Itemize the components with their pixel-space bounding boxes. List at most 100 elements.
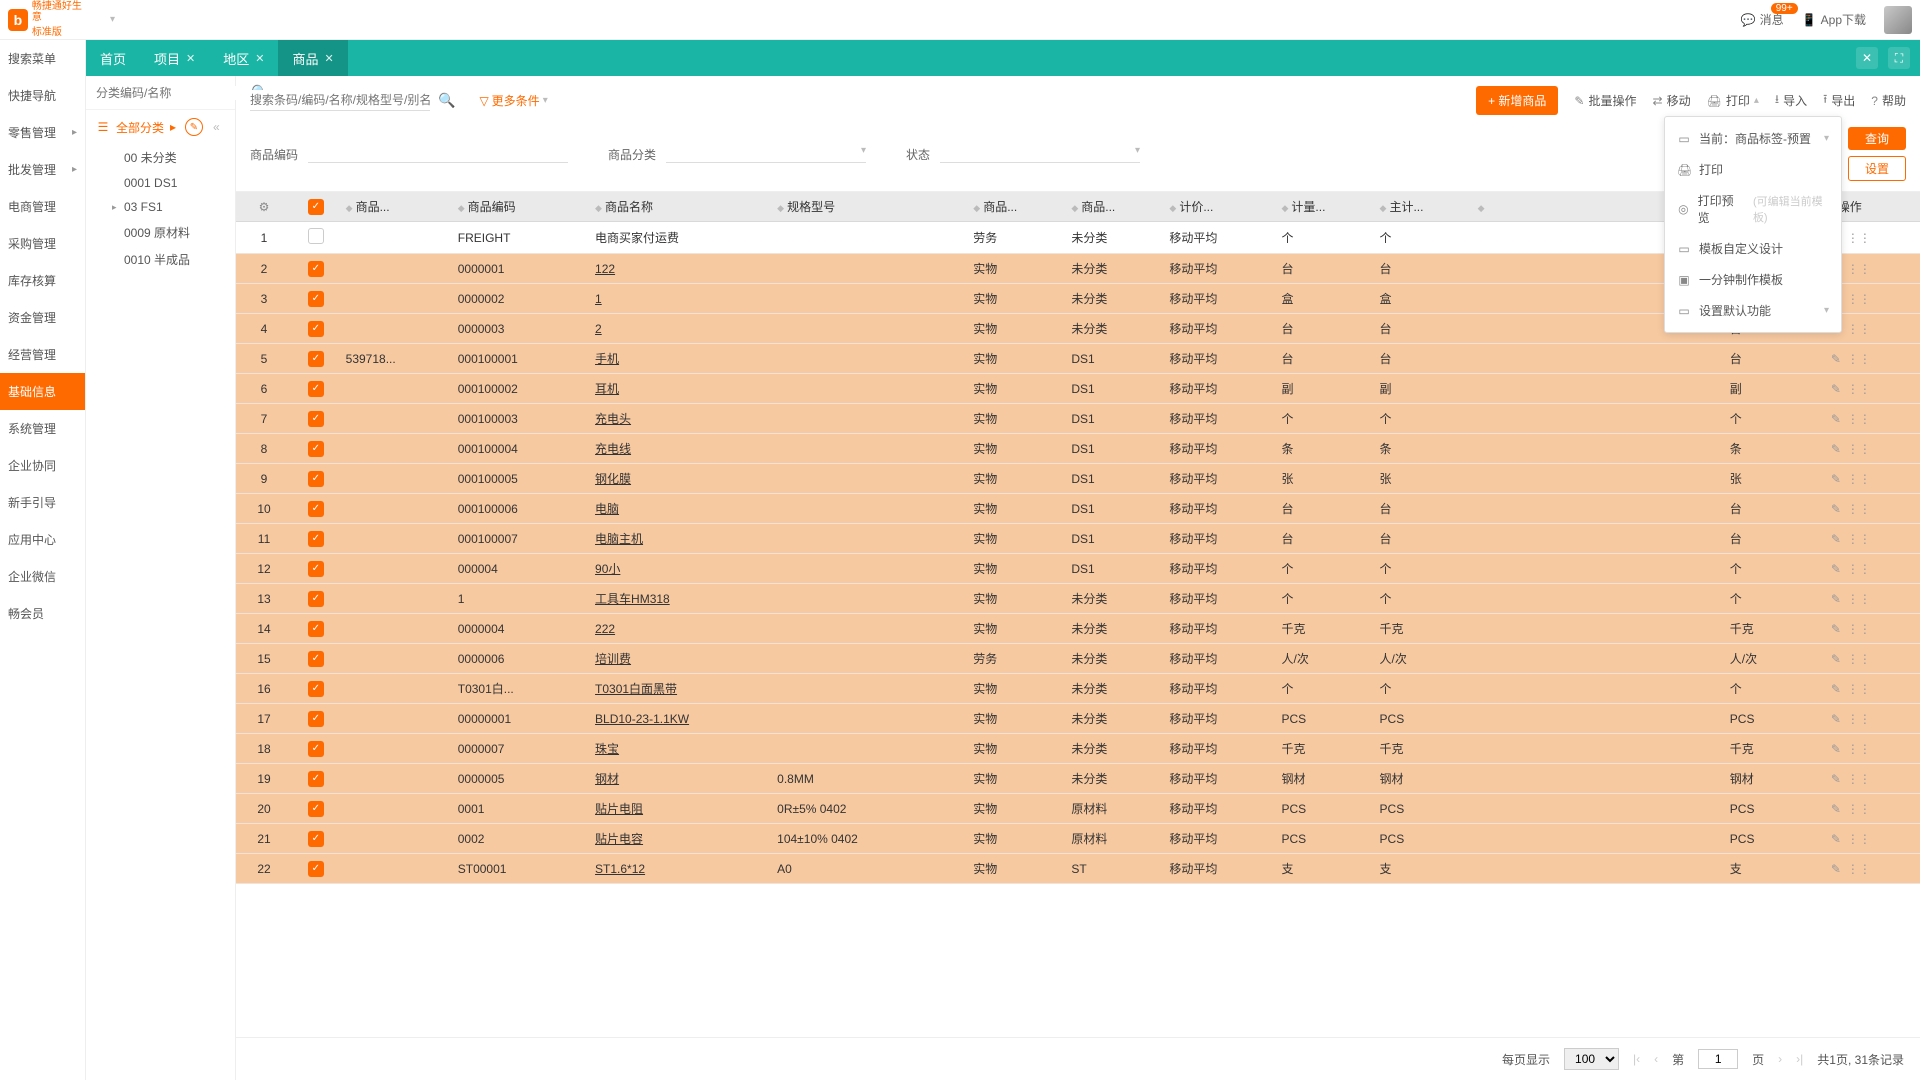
filter-category-select[interactable]: ▾ bbox=[666, 145, 866, 163]
edit-icon[interactable]: ✎ bbox=[1831, 562, 1841, 576]
sidebar-item[interactable]: 快捷导航 bbox=[0, 77, 85, 114]
more-icon[interactable]: ⋮⋮ bbox=[1847, 802, 1871, 816]
row-checkbox[interactable]: ✓ bbox=[308, 441, 324, 457]
close-icon[interactable]: ✕ bbox=[186, 52, 195, 65]
edit-icon[interactable]: ✎ bbox=[1831, 412, 1841, 426]
row-checkbox[interactable]: ✓ bbox=[308, 261, 324, 277]
pager-prev-button[interactable]: ‹ bbox=[1654, 1052, 1658, 1066]
company-selector[interactable]: ▾ bbox=[104, 14, 115, 25]
more-icon[interactable]: ⋮⋮ bbox=[1847, 322, 1871, 336]
product-name-link[interactable]: 电脑主机 bbox=[595, 532, 643, 546]
more-icon[interactable]: ⋮⋮ bbox=[1847, 712, 1871, 726]
batch-ops-link[interactable]: ✎批量操作 bbox=[1574, 92, 1636, 109]
product-name-link[interactable]: 充电头 bbox=[595, 412, 631, 426]
edit-icon[interactable]: ✎ bbox=[1831, 742, 1841, 756]
dd-set-default[interactable]: ▭设置默认功能▾ bbox=[1665, 295, 1841, 326]
product-name-link[interactable]: 电脑 bbox=[595, 502, 619, 516]
checkbox-all[interactable]: ✓ bbox=[308, 199, 324, 215]
more-icon[interactable]: ⋮⋮ bbox=[1847, 292, 1871, 306]
tree-node[interactable]: ▸03 FS1 bbox=[106, 195, 235, 219]
sidebar-item[interactable]: 企业协同 bbox=[0, 447, 85, 484]
column-header[interactable]: ◆商品... bbox=[967, 192, 1065, 222]
tab[interactable]: 项目✕ bbox=[140, 40, 209, 76]
close-icon[interactable]: ✕ bbox=[255, 52, 264, 65]
row-checkbox[interactable]: ✓ bbox=[308, 621, 324, 637]
row-checkbox[interactable]: ✓ bbox=[308, 741, 324, 757]
print-link[interactable]: 🖨打印▴ bbox=[1707, 92, 1759, 109]
more-icon[interactable]: ⋮⋮ bbox=[1847, 532, 1871, 546]
query-button[interactable]: 查询 bbox=[1848, 127, 1906, 150]
sidebar-item[interactable]: 畅会员 bbox=[0, 595, 85, 632]
product-name-link[interactable]: 1 bbox=[595, 292, 602, 306]
row-checkbox[interactable]: ✓ bbox=[308, 411, 324, 427]
per-page-select[interactable]: 100 bbox=[1564, 1048, 1619, 1070]
sidebar-item[interactable]: 系统管理 bbox=[0, 410, 85, 447]
sidebar-item[interactable]: 采购管理 bbox=[0, 225, 85, 262]
product-name-link[interactable]: T0301白面黑带 bbox=[595, 682, 677, 696]
row-checkbox[interactable]: ✓ bbox=[308, 591, 324, 607]
more-icon[interactable]: ⋮⋮ bbox=[1847, 352, 1871, 366]
column-header[interactable]: ◆主计... bbox=[1374, 192, 1472, 222]
edit-icon[interactable]: ✎ bbox=[1831, 592, 1841, 606]
page-input[interactable] bbox=[1698, 1049, 1738, 1069]
sidebar-item[interactable]: 企业微信 bbox=[0, 558, 85, 595]
edit-icon[interactable]: ✎ bbox=[1831, 682, 1841, 696]
sidebar-item[interactable]: 新手引导 bbox=[0, 484, 85, 521]
more-icon[interactable]: ⋮⋮ bbox=[1847, 412, 1871, 426]
product-name-link[interactable]: 充电线 bbox=[595, 442, 631, 456]
move-link[interactable]: ⇄移动 bbox=[1653, 92, 1691, 109]
row-checkbox[interactable]: ✓ bbox=[308, 711, 324, 727]
more-icon[interactable]: ⋮⋮ bbox=[1847, 231, 1871, 245]
row-checkbox[interactable]: ✓ bbox=[308, 861, 324, 877]
edit-icon[interactable]: ✎ bbox=[1831, 352, 1841, 366]
edit-icon[interactable]: ✎ bbox=[1831, 862, 1841, 876]
product-name-link[interactable]: ST1.6*12 bbox=[595, 862, 645, 876]
edit-icon[interactable]: ✎ bbox=[1831, 832, 1841, 846]
tree-edit-button[interactable]: ✎ bbox=[185, 118, 203, 136]
row-checkbox[interactable]: ✓ bbox=[308, 831, 324, 847]
sidebar-item[interactable]: 零售管理▸ bbox=[0, 114, 85, 151]
close-icon[interactable]: ✕ bbox=[325, 52, 334, 65]
edit-icon[interactable]: ✎ bbox=[1831, 502, 1841, 516]
pager-first-button[interactable]: |‹ bbox=[1633, 1052, 1640, 1066]
more-icon[interactable]: ⋮⋮ bbox=[1847, 472, 1871, 486]
row-checkbox[interactable]: ✓ bbox=[308, 471, 324, 487]
row-checkbox[interactable]: ✓ bbox=[308, 771, 324, 787]
app-download-link[interactable]: 📱 App下载 bbox=[1802, 11, 1866, 28]
tab[interactable]: 首页 bbox=[86, 40, 140, 76]
sidebar-item[interactable]: 批发管理▸ bbox=[0, 151, 85, 188]
more-icon[interactable]: ⋮⋮ bbox=[1847, 592, 1871, 606]
row-checkbox[interactable]: ✓ bbox=[308, 321, 324, 337]
more-conditions-link[interactable]: ▽ 更多条件 ▾ bbox=[479, 92, 547, 109]
row-checkbox[interactable]: ✓ bbox=[308, 801, 324, 817]
more-icon[interactable]: ⋮⋮ bbox=[1847, 502, 1871, 516]
edit-icon[interactable]: ✎ bbox=[1831, 622, 1841, 636]
product-name-link[interactable]: 贴片电阻 bbox=[595, 802, 643, 816]
tree-search-input[interactable] bbox=[96, 86, 251, 100]
product-name-link[interactable]: 钢化膜 bbox=[595, 472, 631, 486]
more-icon[interactable]: ⋮⋮ bbox=[1847, 262, 1871, 276]
row-checkbox[interactable]: ✓ bbox=[308, 651, 324, 667]
row-checkbox[interactable]: ✓ bbox=[308, 291, 324, 307]
column-header[interactable]: ◆规格型号 bbox=[771, 192, 967, 222]
edit-icon[interactable]: ✎ bbox=[1831, 442, 1841, 456]
row-checkbox[interactable] bbox=[308, 228, 324, 244]
dd-custom-template[interactable]: ▭模板自定义设计 bbox=[1665, 233, 1841, 264]
column-header[interactable]: ◆计价... bbox=[1163, 192, 1275, 222]
more-icon[interactable]: ⋮⋮ bbox=[1847, 772, 1871, 786]
export-link[interactable]: ⭱导出 bbox=[1823, 90, 1855, 111]
filter-status-select[interactable]: ▾ bbox=[940, 145, 1140, 163]
messages-link[interactable]: 💬 消息 99+ bbox=[1741, 11, 1784, 28]
product-name-link[interactable]: 培训费 bbox=[595, 652, 631, 666]
edit-icon[interactable]: ✎ bbox=[1831, 802, 1841, 816]
avatar[interactable] bbox=[1884, 6, 1912, 34]
tab-close-all-button[interactable]: ✕ bbox=[1856, 47, 1878, 69]
add-product-button[interactable]: + 新增商品 bbox=[1476, 86, 1558, 115]
filter-code-input[interactable] bbox=[308, 145, 568, 163]
product-name-link[interactable]: 工具车HM318 bbox=[595, 592, 670, 606]
more-icon[interactable]: ⋮⋮ bbox=[1847, 382, 1871, 396]
product-name-link[interactable]: 2 bbox=[595, 322, 602, 336]
tree-node[interactable]: 0001 DS1 bbox=[106, 171, 235, 195]
gear-icon[interactable]: ⚙ bbox=[259, 200, 270, 214]
product-name-link[interactable]: BLD10-23-1.1KW bbox=[595, 712, 689, 726]
